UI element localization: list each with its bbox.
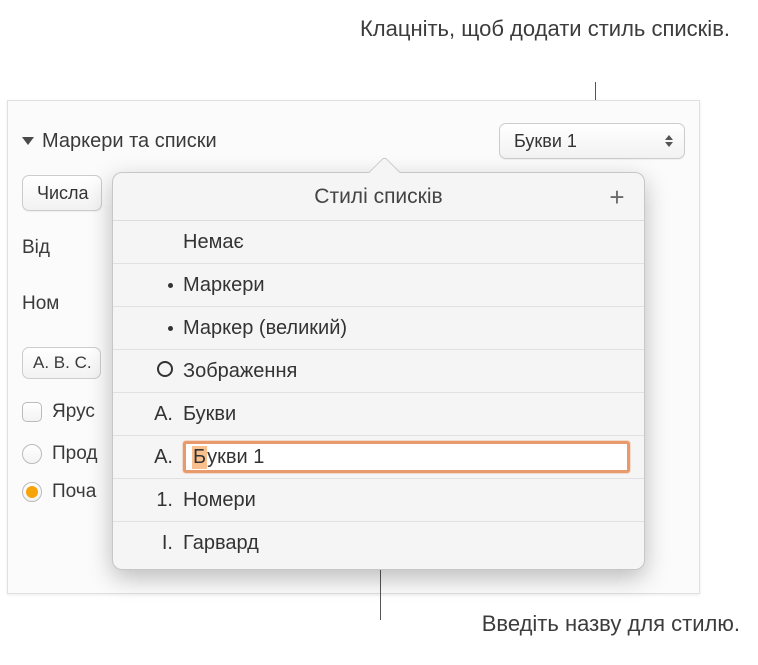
numbers-popup[interactable]: Числа xyxy=(22,175,102,211)
updown-arrows-icon xyxy=(660,135,678,147)
list-style-name: Маркери xyxy=(183,274,630,297)
start-from-radio[interactable] xyxy=(22,482,42,502)
number-format-popup[interactable]: А. В. С. xyxy=(22,347,101,379)
list-style-marker xyxy=(131,274,183,297)
list-style-item[interactable]: Маркери xyxy=(113,264,644,307)
section-title: Маркери та списки xyxy=(42,130,217,153)
callout-enter-name: Введіть назву для стилю. xyxy=(340,611,740,637)
bullet-icon xyxy=(168,326,173,331)
list-style-item[interactable]: 1.Номери xyxy=(113,479,644,522)
list-style-name: Зображення xyxy=(183,360,630,383)
chevron-down-icon[interactable] xyxy=(22,137,34,145)
list-style-marker: A. xyxy=(131,446,183,469)
number-format-value: А. В. С. xyxy=(33,353,92,373)
list-style-name: Немає xyxy=(183,231,630,254)
image-marker-icon xyxy=(157,361,173,377)
popover-title: Стилі списків xyxy=(314,185,442,209)
add-style-button[interactable]: + xyxy=(604,184,630,210)
continue-label: Прод xyxy=(52,443,97,465)
numbers-label: Ном xyxy=(22,293,59,315)
list-style-name: Маркер (великий) xyxy=(183,317,630,340)
list-style-marker: 1. xyxy=(131,489,183,512)
list-style-name: Букви xyxy=(183,403,630,426)
list-styles-list: НемаєМаркериМаркер (великий)ЗображенняА.… xyxy=(113,221,644,565)
list-style-name: Гарвард xyxy=(183,532,630,555)
continue-radio[interactable] xyxy=(22,444,42,464)
list-styles-popover: Стилі списків + Немає Маркери Маркер (вели… xyxy=(112,172,645,570)
tiered-label: Ярус xyxy=(52,401,95,423)
list-style-marker xyxy=(131,360,183,383)
list-style-item[interactable]: А.Букви xyxy=(113,393,644,436)
list-style-marker: А. xyxy=(131,403,183,426)
list-style-item[interactable]: I.Гарвард xyxy=(113,522,644,565)
plus-icon: + xyxy=(609,184,624,210)
bullets-lists-section: Маркери та списки Букви 1 xyxy=(8,101,699,169)
list-style-marker xyxy=(131,317,183,340)
list-style-name: Номери xyxy=(183,489,630,512)
list-style-item[interactable]: Зображення xyxy=(113,350,644,393)
indent-label: Від xyxy=(22,237,50,259)
list-style-item[interactable]: Маркер (великий) xyxy=(113,307,644,350)
callout-add-style: Клацніть, щоб додати стиль списків. xyxy=(320,14,730,44)
bullet-icon xyxy=(168,283,173,288)
list-style-marker: I. xyxy=(131,532,183,555)
tiered-checkbox[interactable] xyxy=(22,402,42,422)
list-style-value: Букви 1 xyxy=(514,131,660,152)
numbers-popup-label: Числа xyxy=(37,183,95,204)
start-from-label: Поча xyxy=(52,481,96,503)
list-style-item[interactable]: Немає xyxy=(113,221,644,264)
popover-header: Стилі списків + xyxy=(113,173,644,221)
list-style-popup[interactable]: Букви 1 xyxy=(499,123,685,159)
list-style-item[interactable]: A.Букви 1 xyxy=(113,436,644,479)
style-name-input[interactable]: Букви 1 xyxy=(183,441,630,473)
